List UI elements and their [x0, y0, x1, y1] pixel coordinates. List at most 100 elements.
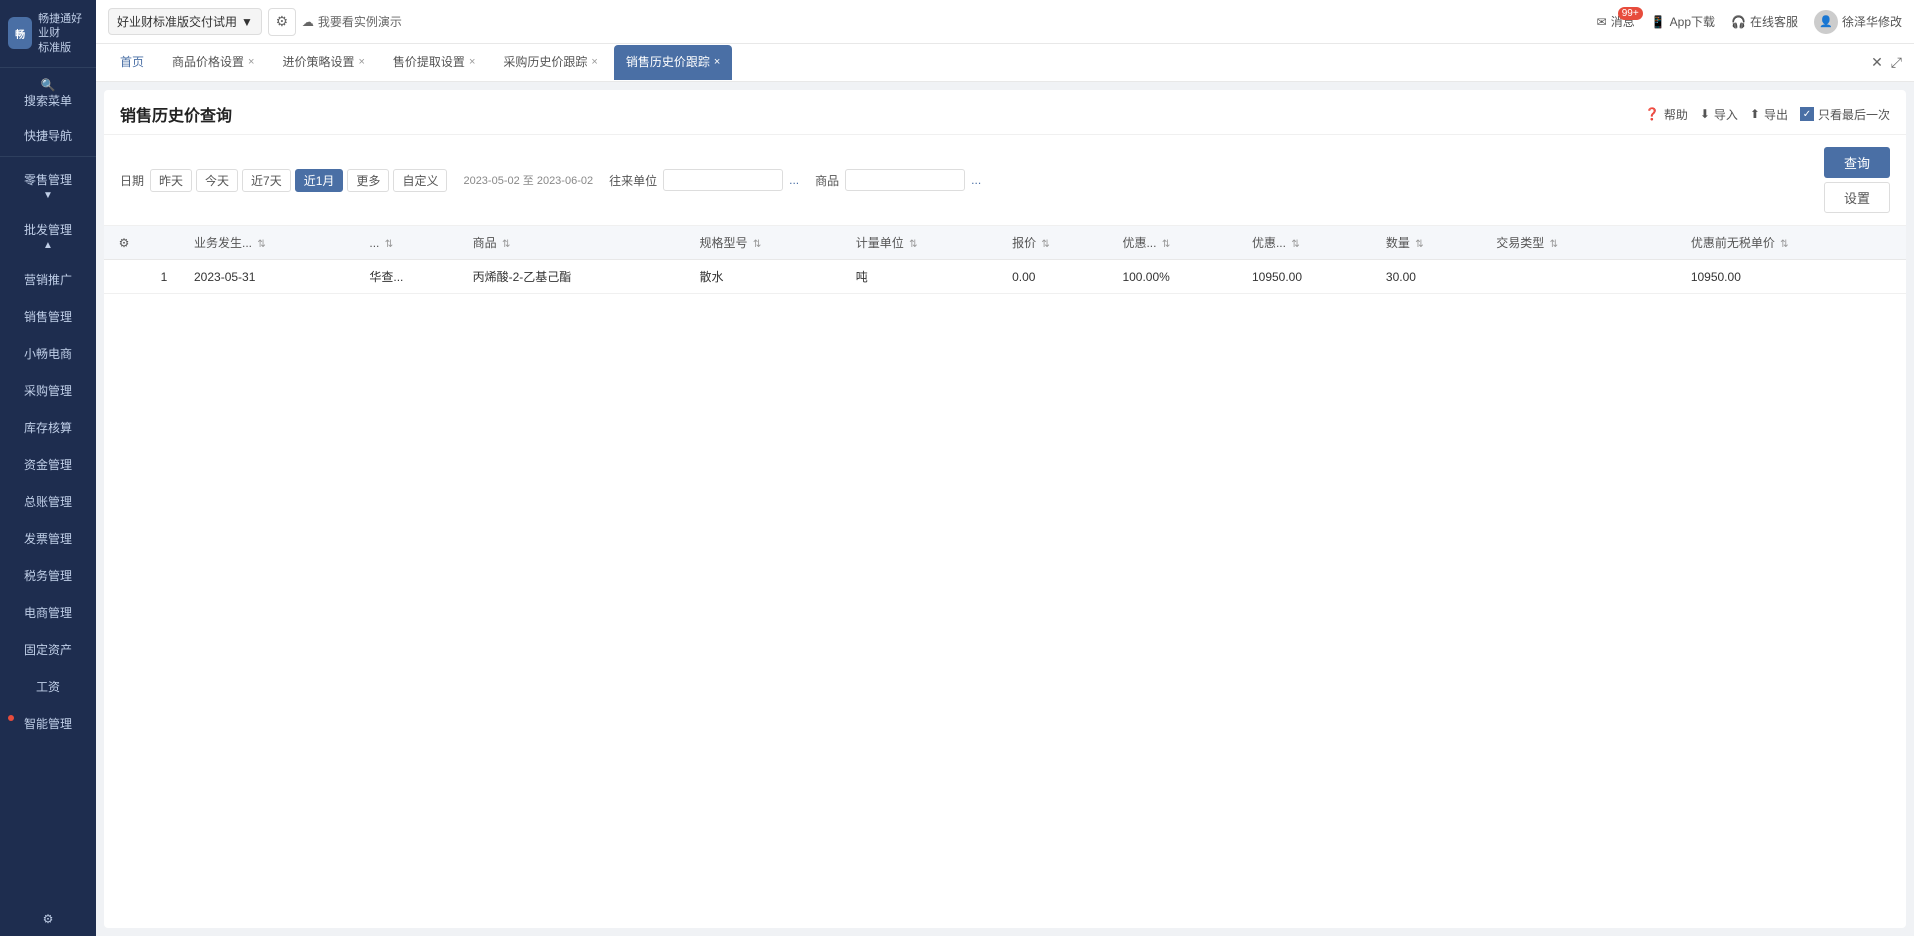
sidebar-logo: 畅 畅捷通好业财 标准版 [0, 0, 96, 68]
tab-label: 商品价格设置 [172, 53, 244, 70]
cloud-icon: ☁ [302, 15, 314, 29]
close-window-icon[interactable]: ✕ [1871, 54, 1883, 71]
sidebar-item-label: 批发管理 [24, 221, 72, 238]
date-range-display: 2023-05-02 至 2023-06-02 [463, 172, 593, 188]
logo-text: 畅捷通好业财 标准版 [38, 12, 88, 55]
product-label: 商品 [815, 172, 839, 189]
sort-icon: ⇅ [1550, 239, 1558, 250]
sidebar-item-salary[interactable]: 工资 [0, 668, 96, 705]
source-unit-more[interactable]: ... [789, 173, 799, 187]
message-icon: ✉ [1597, 15, 1607, 29]
sidebar-item-invoice[interactable]: 发票管理 [0, 520, 96, 557]
message-button[interactable]: ✉ 消息 99+ [1597, 13, 1635, 30]
app-download-button[interactable]: 📱 App下载 [1651, 13, 1715, 30]
demo-button[interactable]: ☁ 我要看实例演示 [302, 13, 402, 30]
sidebar-item-ecommerce-small[interactable]: 小畅电商 [0, 335, 96, 372]
table-body: 1 2023-05-31 华查... 丙烯酸-2-乙基己酯 散水 [104, 260, 1906, 294]
tab-product-price[interactable]: 商品价格设置 × [160, 45, 266, 80]
topbar-settings-button[interactable]: ⚙ [268, 8, 296, 36]
row-transaction-type [1486, 260, 1642, 294]
close-icon[interactable]: × [591, 56, 597, 68]
online-service-button[interactable]: 🎧 在线客服 [1731, 13, 1798, 30]
sidebar-quick-nav[interactable]: 快捷导航 [0, 119, 96, 152]
sidebar-item-marketing[interactable]: 营销推广 [0, 261, 96, 298]
sidebar-item-retail[interactable]: 零售管理 ▼ [0, 161, 96, 211]
only-last-checkbox[interactable]: ✓ 只看最后一次 [1800, 106, 1890, 123]
sidebar-search[interactable]: 🔍 搜索菜单 [0, 68, 96, 119]
sidebar-item-finance[interactable]: 资金管理 [0, 446, 96, 483]
sidebar-item-general-ledger[interactable]: 总账管理 [0, 483, 96, 520]
sidebar-item-label: 电商管理 [24, 604, 72, 621]
tabbar: 首页 商品价格设置 × 进价策略设置 × 售价提取设置 × 采购历史价跟踪 × … [96, 44, 1914, 82]
col-config[interactable]: ⚙ [104, 226, 144, 260]
tab-purchase-history[interactable]: 采购历史价跟踪 × [491, 45, 609, 80]
date-yesterday-btn[interactable]: 昨天 [150, 169, 192, 192]
col-more[interactable]: ... ⇅ [359, 226, 462, 260]
query-button[interactable]: 查询 [1824, 147, 1890, 178]
sidebar-item-wholesale[interactable]: 批发管理 ▲ [0, 211, 96, 261]
col-transaction-type[interactable]: 交易类型 ⇅ [1486, 226, 1642, 260]
sidebar-item-smart[interactable]: 智能管理 [0, 705, 96, 742]
sidebar-settings-button[interactable]: ⚙ [0, 902, 96, 936]
import-button[interactable]: ⬇ 导入 [1700, 106, 1738, 123]
tab-label: 售价提取设置 [393, 53, 465, 70]
source-unit-label: 往来单位 [609, 172, 657, 189]
headset-icon: 🎧 [1731, 15, 1746, 29]
online-service-label: 在线客服 [1750, 13, 1798, 30]
date-custom-btn[interactable]: 自定义 [393, 169, 447, 192]
row-discount-amt: 10950.00 [1242, 260, 1376, 294]
tab-sale-extract[interactable]: 售价提取设置 × [381, 45, 487, 80]
row-business-date: 2023-05-31 [184, 260, 359, 294]
date-today-btn[interactable]: 今天 [196, 169, 238, 192]
tab-sale-history[interactable]: 销售历史价跟踪 × [614, 45, 732, 80]
sidebar-item-label: 智能管理 [24, 715, 72, 732]
export-label: 导出 [1764, 106, 1788, 123]
row-quantity: 30.00 [1376, 260, 1486, 294]
source-unit-input[interactable] [663, 169, 783, 191]
product-more[interactable]: ... [971, 173, 981, 187]
topbar-left: 好业财标准版交付试用 ▼ ⚙ ☁ 我要看实例演示 [108, 8, 402, 36]
col-pretax-price[interactable]: 优惠前无税单价 ⇅ [1681, 226, 1906, 260]
sidebar-item-inventory[interactable]: 库存核算 [0, 409, 96, 446]
sort-icon: ⇅ [502, 239, 510, 250]
col-business-date[interactable]: 业务发生... ⇅ [184, 226, 359, 260]
maximize-window-icon[interactable]: ⤢ [1891, 54, 1902, 71]
app-selector[interactable]: 好业财标准版交付试用 ▼ [108, 8, 262, 35]
topbar: 好业财标准版交付试用 ▼ ⚙ ☁ 我要看实例演示 ✉ 消息 99+ 📱 App下… [96, 0, 1914, 44]
col-unit[interactable]: 计量单位 ⇅ [846, 226, 1002, 260]
col-discount-pct[interactable]: 优惠... ⇅ [1112, 226, 1242, 260]
tab-home[interactable]: 首页 [108, 45, 156, 80]
sidebar-item-ecommerce[interactable]: 电商管理 [0, 594, 96, 631]
help-button[interactable]: ❓ 帮助 [1645, 106, 1688, 123]
sidebar-item-tax[interactable]: 税务管理 [0, 557, 96, 594]
sidebar-item-fixed-assets[interactable]: 固定资产 [0, 631, 96, 668]
sidebar-item-label: 零售管理 [24, 171, 72, 188]
col-spec[interactable]: 规格型号 ⇅ [690, 226, 846, 260]
tab-price-strategy[interactable]: 进价策略设置 × [270, 45, 376, 80]
col-business-date-label: 业务发生... [194, 236, 252, 250]
date-last1month-btn[interactable]: 近1月 [295, 169, 344, 192]
data-table: ⚙ 业务发生... ⇅ ... ⇅ 商品 ⇅ [104, 226, 1906, 294]
date-options: 昨天 今天 近7天 近1月 更多 自定义 [150, 169, 447, 192]
col-quantity[interactable]: 数量 ⇅ [1376, 226, 1486, 260]
row-spacer [1643, 260, 1681, 294]
sidebar-item-label: 营销推广 [24, 271, 72, 288]
export-button[interactable]: ⬆ 导出 [1750, 106, 1788, 123]
col-product[interactable]: 商品 ⇅ [463, 226, 690, 260]
close-icon[interactable]: × [469, 56, 475, 68]
close-icon[interactable]: × [358, 56, 364, 68]
date-more-btn[interactable]: 更多 [347, 169, 389, 192]
close-icon[interactable]: × [248, 56, 254, 68]
sidebar-item-purchase[interactable]: 采购管理 [0, 372, 96, 409]
content-area: 销售历史价查询 ❓ 帮助 ⬇ 导入 ⬆ 导出 ✓ 只看最后一次 [104, 90, 1906, 928]
product-input[interactable] [845, 169, 965, 191]
filter-settings-button[interactable]: 设置 [1824, 182, 1890, 213]
close-icon[interactable]: × [714, 56, 720, 68]
app-selector-text: 好业财标准版交付试用 [117, 13, 237, 30]
col-discount-amt[interactable]: 优惠... ⇅ [1242, 226, 1376, 260]
sidebar-item-label: 资金管理 [24, 456, 72, 473]
date-last7days-btn[interactable]: 近7天 [242, 169, 291, 192]
user-info[interactable]: 👤 徐泽华修改 [1814, 10, 1902, 34]
col-price[interactable]: 报价 ⇅ [1002, 226, 1112, 260]
sidebar-item-sales[interactable]: 销售管理 [0, 298, 96, 335]
